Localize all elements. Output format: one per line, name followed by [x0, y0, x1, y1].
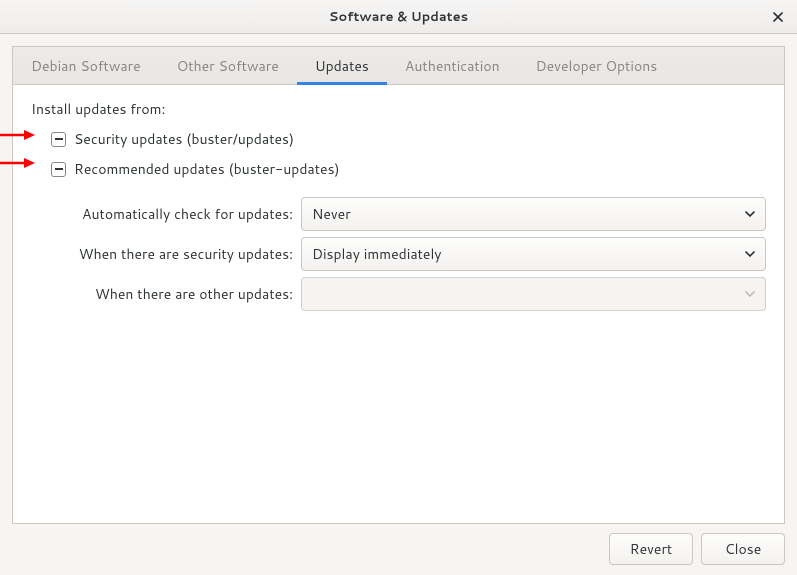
combo-security-updates[interactable]: Display immediately: [301, 237, 766, 271]
tab-bar: Debian Software Other Software Updates A…: [13, 47, 784, 85]
combo-value: Never: [312, 204, 351, 224]
checkbox-security-updates[interactable]: [51, 132, 66, 147]
button-label: Revert: [630, 539, 672, 559]
setting-row-security-updates: When there are security updates: Display…: [59, 237, 766, 271]
checkbox-recommended-updates[interactable]: [51, 162, 66, 177]
window-close-button[interactable]: [769, 8, 787, 26]
close-icon: [773, 12, 783, 22]
setting-row-other-updates: When there are other updates:: [59, 277, 766, 311]
tab-developer-options[interactable]: Developer Options: [518, 47, 676, 84]
source-label: Security updates (buster/updates): [74, 129, 294, 149]
tab-label: Developer Options: [536, 56, 658, 76]
source-row-security: Security updates (buster/updates): [51, 129, 766, 149]
action-bar: Revert Close: [609, 533, 785, 565]
tab-authentication[interactable]: Authentication: [387, 47, 518, 84]
tab-updates[interactable]: Updates: [297, 47, 387, 84]
tab-label: Debian Software: [31, 56, 141, 76]
tab-label: Other Software: [177, 56, 279, 76]
dash-icon: [55, 138, 63, 140]
settings-grid: Automatically check for updates: Never W…: [59, 197, 766, 311]
revert-button[interactable]: Revert: [609, 533, 693, 565]
chevron-down-icon: [745, 251, 755, 257]
setting-label: Automatically check for updates:: [59, 204, 293, 224]
setting-row-auto-check: Automatically check for updates: Never: [59, 197, 766, 231]
source-label: Recommended updates (buster-updates): [74, 159, 340, 179]
content-frame: Debian Software Other Software Updates A…: [12, 46, 785, 524]
window-title: Software & Updates: [329, 8, 468, 26]
dash-icon: [55, 168, 63, 170]
close-button[interactable]: Close: [701, 533, 785, 565]
chevron-down-icon: [745, 291, 755, 297]
tab-debian-software[interactable]: Debian Software: [13, 47, 159, 84]
install-from-label: Install updates from:: [31, 99, 766, 119]
setting-label: When there are other updates:: [59, 284, 293, 304]
window-titlebar: Software & Updates: [0, 0, 797, 34]
tab-other-software[interactable]: Other Software: [159, 47, 297, 84]
tab-label: Updates: [315, 56, 369, 76]
setting-label: When there are security updates:: [59, 244, 293, 264]
button-label: Close: [725, 539, 762, 559]
chevron-down-icon: [745, 211, 755, 217]
combo-value: Display immediately: [312, 244, 442, 264]
updates-page: Install updates from: Security updates (…: [13, 85, 784, 523]
combo-auto-check[interactable]: Never: [301, 197, 766, 231]
combo-other-updates: [301, 277, 766, 311]
tab-label: Authentication: [405, 56, 500, 76]
source-row-recommended: Recommended updates (buster-updates): [51, 159, 766, 179]
